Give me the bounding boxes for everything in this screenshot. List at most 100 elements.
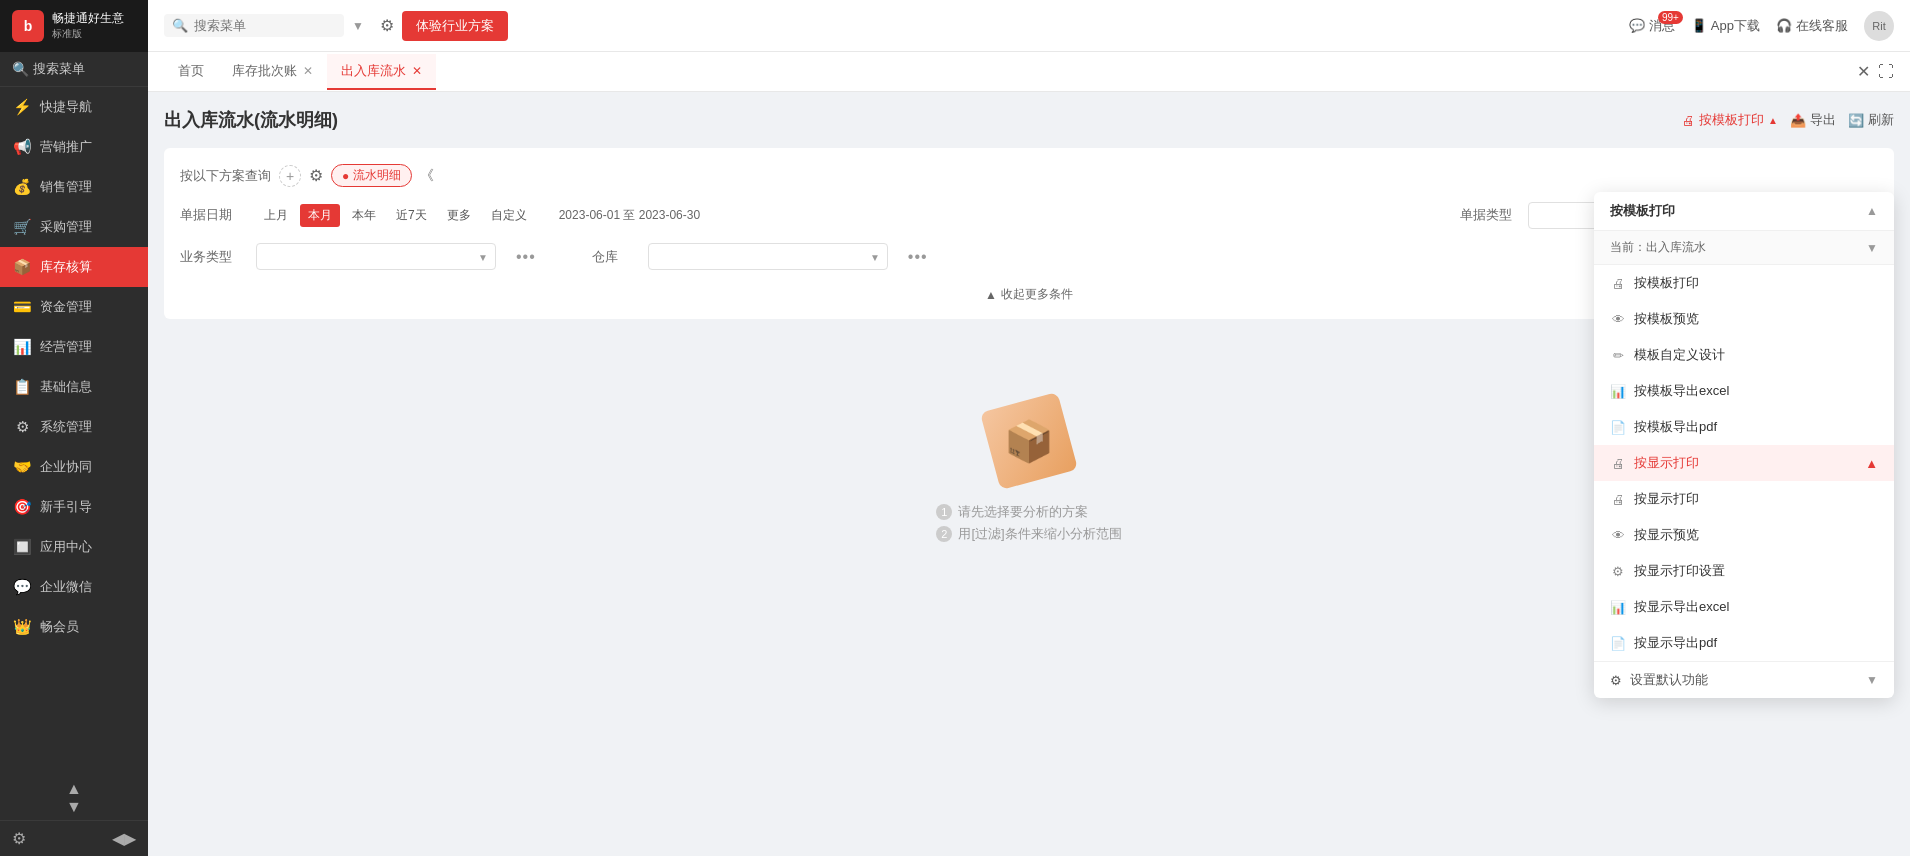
tab-home[interactable]: 首页 — [164, 54, 218, 90]
dropdown-collapse-icon[interactable]: ▲ — [1866, 204, 1878, 218]
date-tab-more[interactable]: 更多 — [439, 204, 479, 227]
topbar-gear-icon[interactable]: ⚙ — [380, 16, 394, 35]
inventory-icon: 📦 — [12, 257, 32, 277]
biz-type-label: 业务类型 — [180, 248, 240, 266]
topbar-search-box[interactable]: 🔍 — [164, 14, 344, 37]
headset-icon: 🎧 — [1776, 18, 1792, 33]
sidebar-item-marketing[interactable]: 📢 营销推广 — [0, 127, 148, 167]
current-chevron-icon[interactable]: ▼ — [1866, 241, 1878, 255]
date-tab-this-year[interactable]: 本年 — [344, 204, 384, 227]
finance-icon: 💳 — [12, 297, 32, 317]
display-export-excel-item[interactable]: 📊 按显示导出excel — [1594, 589, 1894, 625]
dropdown-footer[interactable]: ⚙ 设置默认功能 ▼ — [1594, 661, 1894, 698]
sidebar-item-sales[interactable]: 💰 销售管理 — [0, 167, 148, 207]
close-all-tabs-icon[interactable]: ✕ — [1857, 62, 1870, 81]
tab-flow[interactable]: 出入库流水 ✕ — [327, 54, 436, 90]
filter-setting-icon[interactable]: ⚙ — [309, 166, 323, 185]
sidebar-item-app-center[interactable]: 🔲 应用中心 — [0, 527, 148, 567]
logo-text: 畅捷通好生意 标准版 — [52, 11, 124, 41]
biz-more-icon[interactable]: ••• — [516, 248, 536, 266]
settings-footer-icon[interactable]: ⚙ — [12, 829, 26, 848]
wechat-icon: 💬 — [12, 577, 32, 597]
filter-tag[interactable]: ● 流水明细 — [331, 164, 412, 187]
sidebar-scroll-up[interactable]: ▲ — [66, 780, 82, 798]
collapse-sidebar-icon[interactable]: ◀▶ — [112, 829, 136, 848]
sidebar-scroll-down[interactable]: ▼ — [66, 798, 82, 816]
sidebar-item-basics[interactable]: 📋 基础信息 — [0, 367, 148, 407]
user-avatar[interactable]: Rit — [1864, 11, 1894, 41]
settings-default-icon: ⚙ — [1610, 673, 1622, 688]
display-export-pdf-item[interactable]: 📄 按显示导出pdf — [1594, 625, 1894, 661]
date-range-display: 2023-06-01 至 2023-06-30 — [559, 207, 700, 224]
expand-tab-icon[interactable]: ⛶ — [1878, 63, 1894, 81]
dropdown-items-list: 🖨 按模板打印 👁 按模板预览 ✏ 模板自定义设计 📊 按模板导出excel — [1594, 265, 1894, 661]
design-icon: ✏ — [1610, 347, 1626, 363]
sidebar-search[interactable]: 🔍 搜索菜单 — [0, 52, 148, 87]
collapse-up-icon: ▲ — [985, 288, 997, 302]
display-print-icon: 🖨 — [1610, 455, 1626, 471]
empty-tips: 1 请先选择要分析的方案 2 用[过滤]条件来缩小分析范围 — [936, 503, 1121, 547]
topbar-right: 💬 消息 99+ 📱 App下载 🎧 在线客服 Rit — [1629, 11, 1894, 41]
message-icon: 💬 — [1629, 18, 1645, 33]
sidebar-item-finance[interactable]: 💳 资金管理 — [0, 287, 148, 327]
filter-add-button[interactable]: + — [279, 165, 301, 187]
app-download-button[interactable]: 📱 App下载 — [1691, 17, 1760, 35]
sidebar-item-wechat[interactable]: 💬 企业微信 — [0, 567, 148, 607]
tip-num-2: 2 — [936, 526, 952, 542]
date-tab-this-month[interactable]: 本月 — [300, 204, 340, 227]
purchase-icon: 🛒 — [12, 217, 32, 237]
filter-collapse-icon[interactable]: 《 — [420, 167, 434, 185]
biz-type-select-wrap — [256, 243, 496, 270]
template-print-dropdown: 按模板打印 ▲ 当前：出入库流水 ▼ 🖨 按模板打印 👁 按模板预览 — [1594, 192, 1894, 698]
sidebar-item-inventory[interactable]: 📦 库存核算 — [0, 247, 148, 287]
sidebar-item-member[interactable]: 👑 畅会员 — [0, 607, 148, 647]
dropdown-current: 当前：出入库流水 ▼ — [1594, 231, 1894, 265]
tab-batch-account[interactable]: 库存批次账 ✕ — [218, 54, 327, 90]
preview-icon-2: 👁 — [1610, 527, 1626, 543]
display-print-settings-item[interactable]: ⚙ 按显示打印设置 — [1594, 553, 1894, 589]
page-header: 出入库流水(流水明细) 🖨 按模板打印 ▲ 📤 导出 🔄 刷新 — [164, 108, 1894, 132]
template-export-excel-item[interactable]: 📊 按模板导出excel — [1594, 373, 1894, 409]
tab-close-batch[interactable]: ✕ — [303, 64, 313, 78]
template-print-item[interactable]: 🖨 按模板打印 — [1594, 265, 1894, 301]
date-tab-last-month[interactable]: 上月 — [256, 204, 296, 227]
tab-close-flow[interactable]: ✕ — [412, 64, 422, 78]
warehouse-label: 仓库 — [592, 248, 632, 266]
sidebar-item-quick-nav[interactable]: ⚡ 快捷导航 — [0, 87, 148, 127]
industry-solution-button[interactable]: 体验行业方案 — [402, 11, 508, 41]
collab-icon: 🤝 — [12, 457, 32, 477]
warehouse-select[interactable] — [648, 243, 888, 270]
template-print-chevron-icon: ▲ — [1768, 115, 1778, 126]
tabs-right-actions: ✕ ⛶ — [1857, 62, 1894, 81]
refresh-button[interactable]: 🔄 刷新 — [1848, 111, 1894, 129]
sidebar-item-purchase[interactable]: 🛒 采购管理 — [0, 207, 148, 247]
sidebar-item-management[interactable]: 📊 经营管理 — [0, 327, 148, 367]
display-print-item[interactable]: 🖨 按显示打印 — [1594, 481, 1894, 517]
export-button[interactable]: 📤 导出 — [1790, 111, 1836, 129]
template-design-item[interactable]: ✏ 模板自定义设计 — [1594, 337, 1894, 373]
template-print-button[interactable]: 🖨 按模板打印 ▲ — [1682, 111, 1778, 129]
biz-type-select[interactable] — [256, 243, 496, 270]
topbar-dropdown-icon[interactable]: ▼ — [352, 19, 364, 33]
date-tabs: 上月 本月 本年 近7天 更多 自定义 — [256, 204, 535, 227]
refresh-icon: 🔄 — [1848, 113, 1864, 128]
display-preview-item[interactable]: 👁 按显示预览 — [1594, 517, 1894, 553]
topbar-search-icon: 🔍 — [172, 18, 188, 33]
date-tab-7days[interactable]: 近7天 — [388, 204, 435, 227]
date-tab-custom[interactable]: 自定义 — [483, 204, 535, 227]
sidebar: b 畅捷通好生意 标准版 🔍 搜索菜单 ⚡ 快捷导航 📢 营销推广 💰 销售管理 — [0, 0, 148, 856]
sidebar-footer: ⚙ ◀▶ — [0, 820, 148, 856]
collapse-more-button[interactable]: ▲ 收起更多条件 — [985, 286, 1073, 303]
sidebar-item-system[interactable]: ⚙ 系统管理 — [0, 407, 148, 447]
settings-icon-2: ⚙ — [1610, 563, 1626, 579]
pdf-icon-2: 📄 — [1610, 635, 1626, 651]
display-print-section-header[interactable]: 🖨 按显示打印 ▲ — [1594, 445, 1894, 481]
sidebar-item-guide[interactable]: 🎯 新手引导 — [0, 487, 148, 527]
warehouse-more-icon[interactable]: ••• — [908, 248, 928, 266]
online-service-button[interactable]: 🎧 在线客服 — [1776, 17, 1848, 35]
messages-button[interactable]: 💬 消息 99+ — [1629, 17, 1675, 35]
template-export-pdf-item[interactable]: 📄 按模板导出pdf — [1594, 409, 1894, 445]
topbar-search-input[interactable] — [194, 18, 324, 33]
template-preview-item[interactable]: 👁 按模板预览 — [1594, 301, 1894, 337]
sidebar-item-collab[interactable]: 🤝 企业协同 — [0, 447, 148, 487]
